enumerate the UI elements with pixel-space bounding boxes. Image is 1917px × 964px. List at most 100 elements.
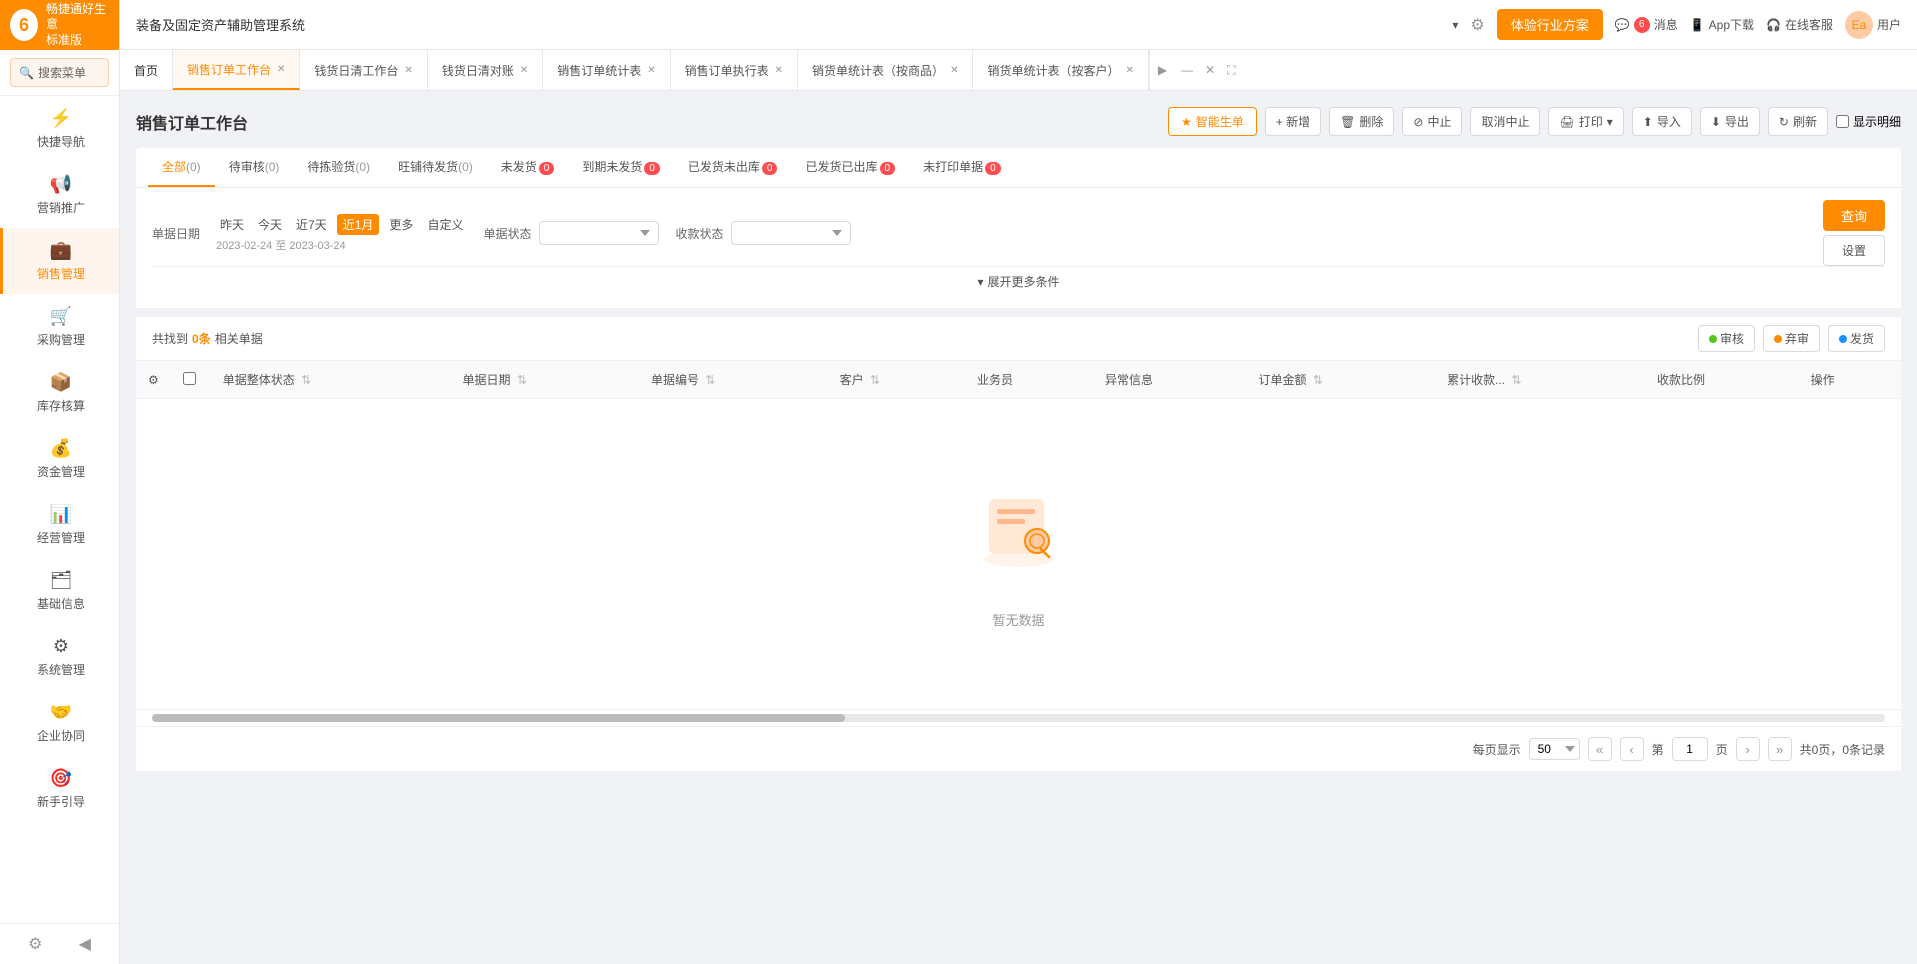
date-opt-more[interactable]: 更多 bbox=[385, 214, 417, 235]
sales-icon: 💼 bbox=[50, 240, 72, 261]
settings-topbar-icon[interactable]: ⚙ bbox=[1470, 15, 1484, 35]
user-action[interactable]: Ea 用户 bbox=[1845, 11, 1901, 39]
col-checkbox[interactable] bbox=[171, 361, 211, 399]
tab-sales-exec-close[interactable]: ✕ bbox=[775, 65, 783, 76]
tab-sales-by-customer-close[interactable]: ✕ bbox=[1125, 65, 1133, 76]
date-opt-custom[interactable]: 自定义 bbox=[423, 214, 467, 235]
system-dropdown[interactable]: ▾ bbox=[1452, 18, 1458, 32]
tab-sales-by-product-close[interactable]: ✕ bbox=[950, 65, 958, 76]
col-customer-header[interactable]: 客户 ⇅ bbox=[828, 361, 965, 399]
page-input[interactable] bbox=[1672, 737, 1708, 761]
tab-home[interactable]: 首页 bbox=[120, 50, 173, 90]
payment-filter-select[interactable] bbox=[731, 221, 851, 245]
sub-tab-shipped-not-out[interactable]: 已发货未出库0 bbox=[674, 148, 792, 187]
sidebar-item-marketing[interactable]: 📢 营销推广 bbox=[0, 162, 119, 228]
pause-btn[interactable]: ⊘ 中止 bbox=[1402, 107, 1462, 136]
collapse-sidebar-icon[interactable]: ◀ bbox=[79, 934, 91, 954]
tab-sales-stats[interactable]: 销售订单统计表 ✕ bbox=[543, 50, 670, 90]
cancel-pause-btn[interactable]: 取消中止 bbox=[1470, 107, 1540, 136]
tab-scroll-right[interactable]: ▶ bbox=[1149, 50, 1175, 90]
sidebar-item-purchase[interactable]: 🛒 采购管理 bbox=[0, 294, 119, 360]
col-staff-header[interactable]: 业务员 bbox=[965, 361, 1093, 399]
add-btn[interactable]: + 新增 bbox=[1265, 107, 1321, 136]
delete-btn[interactable]: 🗑 删除 bbox=[1329, 107, 1394, 136]
tab-cash-daily[interactable]: 钱货日清工作台 ✕ bbox=[300, 50, 427, 90]
app-download-action[interactable]: 📱 App下载 bbox=[1690, 16, 1754, 33]
date-opt-today[interactable]: 今天 bbox=[254, 214, 286, 235]
col-status-header[interactable]: 单据整体状态 ⇅ bbox=[211, 361, 451, 399]
show-detail-checkbox-label[interactable]: 显示明细 bbox=[1836, 113, 1901, 130]
sub-tab-expired-not-shipped[interactable]: 到期未发货0 bbox=[568, 148, 674, 187]
tab-minimize[interactable]: — bbox=[1175, 50, 1199, 90]
sidebar-item-inventory[interactable]: 📦 库存核算 bbox=[0, 360, 119, 426]
sub-tab-not-printed[interactable]: 未打印单据0 bbox=[909, 148, 1015, 187]
tab-cash-reconcile-close[interactable]: ✕ bbox=[520, 65, 528, 76]
next-page-btn[interactable]: › bbox=[1736, 737, 1760, 761]
select-all-checkbox[interactable] bbox=[183, 372, 196, 385]
tab-cash-daily-close[interactable]: ✕ bbox=[404, 65, 412, 76]
main-area: 装备及固定资产辅助管理系统 ▾ ⚙ 体验行业方案 💬 6 消息 📱 App下载 … bbox=[120, 0, 1917, 964]
column-settings-icon[interactable]: ⚙ bbox=[148, 373, 159, 387]
sub-tab-all[interactable]: 全部(0) bbox=[148, 148, 215, 187]
tab-sales-exec[interactable]: 销售订单执行表 ✕ bbox=[671, 50, 798, 90]
sub-tab-not-shipped[interactable]: 未发货0 bbox=[487, 148, 569, 187]
tab-sales-stats-close[interactable]: ✕ bbox=[647, 65, 655, 76]
message-action[interactable]: 💬 6 消息 bbox=[1615, 16, 1678, 33]
page-size-select[interactable]: 50 10 20 100 bbox=[1529, 738, 1580, 760]
sort-amount-icon: ⇅ bbox=[1313, 373, 1323, 387]
ship-btn[interactable]: 发货 bbox=[1828, 325, 1885, 352]
cancel-audit-btn[interactable]: 弃审 bbox=[1763, 325, 1820, 352]
export-btn[interactable]: ⬇ 导出 bbox=[1700, 107, 1760, 136]
first-page-btn[interactable]: « bbox=[1588, 737, 1612, 761]
query-btn[interactable]: 查询 bbox=[1823, 200, 1885, 231]
status-filter-select[interactable] bbox=[539, 221, 659, 245]
tab-sales-by-customer[interactable]: 销货单统计表（按客户） ✕ bbox=[973, 50, 1148, 90]
sub-tab-wangpu[interactable]: 旺铺待发货(0) bbox=[384, 148, 487, 187]
col-collected-header[interactable]: 累计收款... ⇅ bbox=[1435, 361, 1645, 399]
date-opt-last7[interactable]: 近7天 bbox=[292, 214, 331, 235]
tab-close-all[interactable]: ✕ bbox=[1199, 50, 1221, 90]
last-page-btn[interactable]: » bbox=[1768, 737, 1792, 761]
prev-page-btn[interactable]: ‹ bbox=[1620, 737, 1644, 761]
sidebar: 6 畅捷通好生意 标准版 🔍 搜索菜单 ⚡ 快捷导航 📢 营销推广 💼 销售管理… bbox=[0, 0, 120, 964]
refresh-btn[interactable]: ↻ 刷新 bbox=[1768, 107, 1828, 136]
col-setting[interactable]: ⚙ bbox=[136, 361, 171, 399]
audit-btn[interactable]: 审核 bbox=[1698, 325, 1755, 352]
sub-tab-pending-review[interactable]: 待审核(0) bbox=[215, 148, 294, 187]
col-exception-header[interactable]: 异常信息 bbox=[1093, 361, 1247, 399]
col-date-header[interactable]: 单据日期 ⇅ bbox=[451, 361, 640, 399]
sidebar-item-operations[interactable]: 📊 经营管理 bbox=[0, 492, 119, 558]
sub-tab-shipped-out[interactable]: 已发货已出库0 bbox=[791, 148, 909, 187]
date-opt-yesterday[interactable]: 昨天 bbox=[216, 214, 248, 235]
sidebar-item-system[interactable]: ⚙ 系统管理 bbox=[0, 624, 119, 690]
sidebar-item-sales[interactable]: 💼 销售管理 bbox=[0, 228, 119, 294]
show-detail-checkbox[interactable] bbox=[1836, 115, 1849, 128]
sidebar-item-finance[interactable]: 💰 资金管理 bbox=[0, 426, 119, 492]
tab-sales-by-product[interactable]: 销货单统计表（按商品） ✕ bbox=[798, 50, 973, 90]
search-menu-button[interactable]: 🔍 搜索菜单 bbox=[10, 58, 109, 87]
sub-tab-pending-verify[interactable]: 待拣验货(0) bbox=[293, 148, 384, 187]
search-icon: 🔍 bbox=[19, 66, 34, 80]
sidebar-item-basic-info[interactable]: 🗂 基础信息 bbox=[0, 558, 119, 624]
sidebar-item-quick-nav[interactable]: ⚡ 快捷导航 bbox=[0, 96, 119, 162]
bottom-scroll[interactable] bbox=[136, 709, 1901, 726]
online-service-action[interactable]: 🎧 在线客服 bbox=[1766, 16, 1833, 33]
print-btn[interactable]: 🖨 打印 ▾ bbox=[1548, 107, 1623, 136]
import-btn[interactable]: ⬆ 导入 bbox=[1632, 107, 1692, 136]
tab-sales-workbench-close[interactable]: ✕ bbox=[277, 64, 285, 75]
expand-more-btn[interactable]: ▾ 展开更多条件 bbox=[152, 266, 1885, 296]
industry-btn[interactable]: 体验行业方案 bbox=[1497, 9, 1603, 40]
sidebar-item-enterprise[interactable]: 🤝 企业协同 bbox=[0, 690, 119, 756]
tab-cash-daily-label: 钱货日清工作台 bbox=[314, 62, 398, 79]
settings-bottom-icon[interactable]: ⚙ bbox=[28, 934, 42, 954]
col-amount-header[interactable]: 订单金额 ⇅ bbox=[1247, 361, 1436, 399]
smart-create-btn[interactable]: ★ 智能生单 bbox=[1168, 107, 1257, 136]
tab-fullscreen[interactable]: ⛶ bbox=[1221, 50, 1241, 90]
date-opt-month[interactable]: 近1月 bbox=[337, 214, 380, 235]
tab-cash-reconcile[interactable]: 钱货日清对账 ✕ bbox=[428, 50, 543, 90]
sidebar-item-guide[interactable]: 🎯 新手引导 bbox=[0, 756, 119, 822]
col-number-header[interactable]: 单据编号 ⇅ bbox=[639, 361, 828, 399]
settings-btn[interactable]: 设置 bbox=[1823, 235, 1885, 266]
tab-sales-workbench[interactable]: 销售订单工作台 ✕ bbox=[173, 50, 300, 90]
scroll-thumb[interactable] bbox=[152, 714, 845, 722]
